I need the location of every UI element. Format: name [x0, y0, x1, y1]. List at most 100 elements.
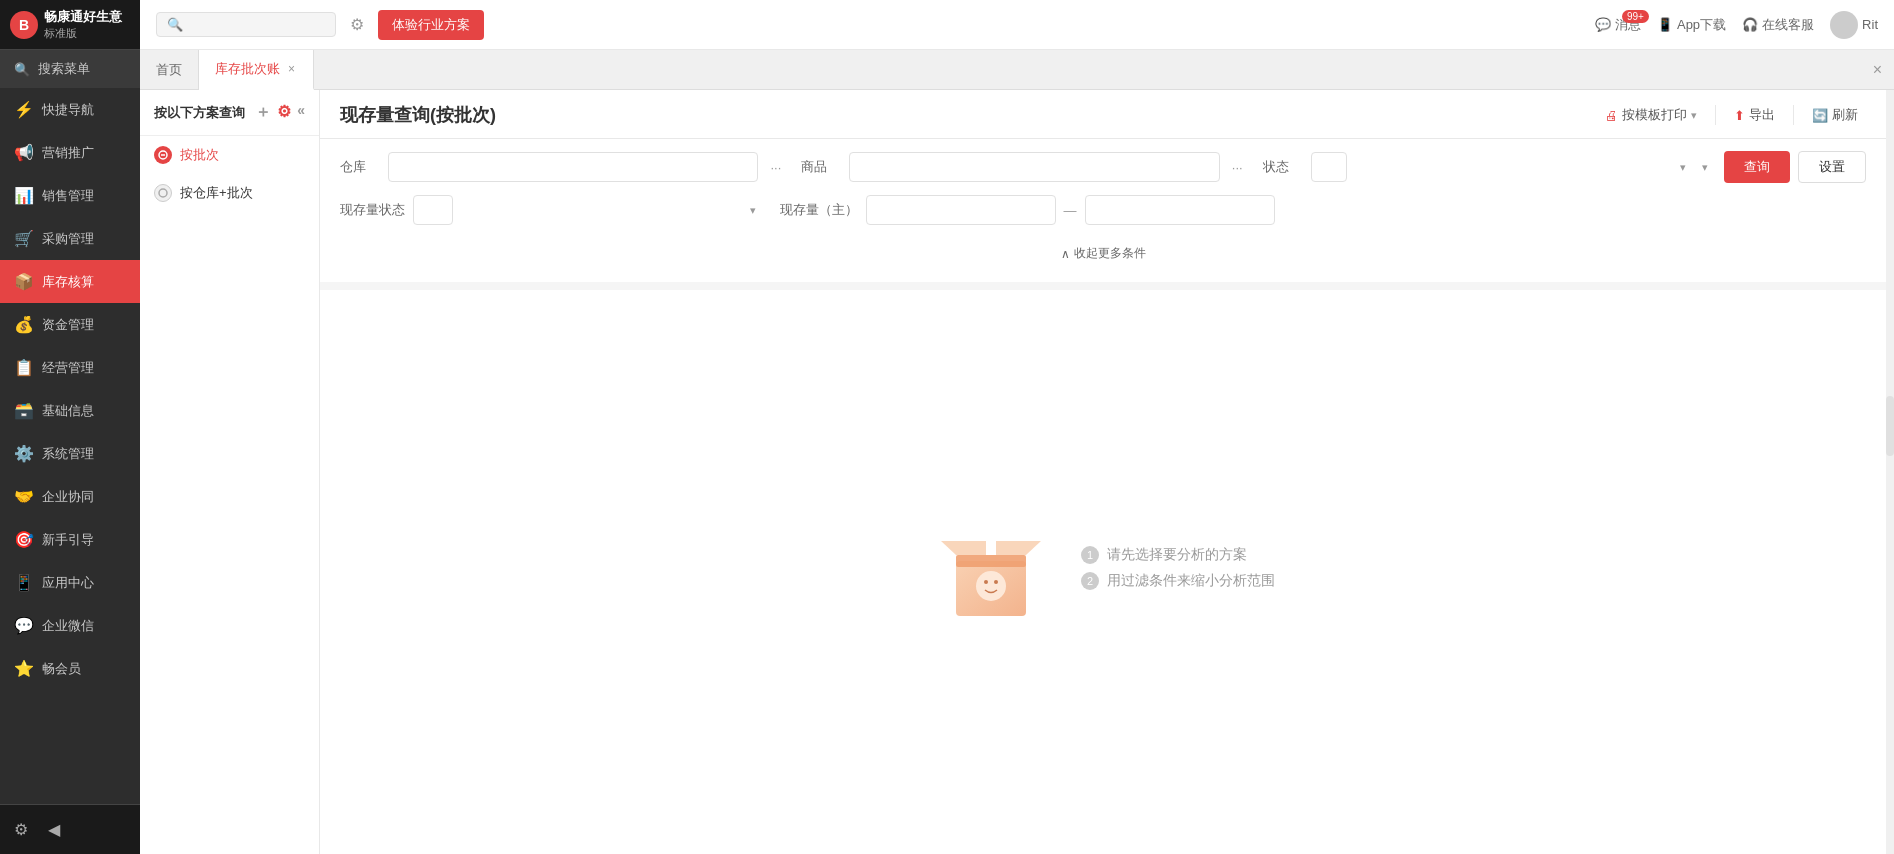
sidebar-search-label: 搜索菜单 — [38, 60, 90, 78]
sidebar-item-basic[interactable]: 🗃️ 基础信息 — [0, 389, 140, 432]
svg-point-6 — [984, 580, 988, 584]
stock-qty-max-input[interactable] — [1085, 195, 1275, 225]
add-plan-icon[interactable]: ＋ — [255, 102, 271, 123]
warehouse-label: 仓库 — [340, 158, 380, 176]
quick-nav-icon: ⚡ — [14, 100, 34, 119]
topbar-search-input[interactable] — [189, 18, 299, 32]
plan-item-batch[interactable]: 按批次 — [140, 136, 319, 174]
print-btn[interactable]: 🖨 按模板打印 ▾ — [1597, 102, 1705, 128]
message-icon: 💬 — [1595, 17, 1611, 32]
collapse-label: 收起更多条件 — [1074, 245, 1146, 262]
online-service-btn[interactable]: 🎧 在线客服 — [1742, 16, 1814, 34]
tab-home[interactable]: 首页 — [140, 50, 199, 89]
refresh-icon: 🔄 — [1812, 108, 1828, 123]
print-icon: 🖨 — [1605, 108, 1618, 123]
status-dropdown-icon[interactable]: ▾ — [1702, 161, 1708, 174]
topbar-search-box[interactable]: 🔍 — [156, 12, 336, 37]
message-btn[interactable]: 💬 消息 99+ — [1595, 16, 1641, 34]
sidebar-item-marketing[interactable]: 📢 营销推广 — [0, 131, 140, 174]
home-tab-label: 首页 — [156, 61, 182, 79]
empty-illustration — [931, 511, 1051, 634]
plan-item-warehouse-batch[interactable]: 按仓库+批次 — [140, 174, 319, 212]
sidebar-item-member[interactable]: ⭐ 畅会员 — [0, 647, 140, 690]
content-area: 按以下方案查询 ＋ ⚙ « 按批次 按仓库+批次 — [140, 90, 1894, 854]
sidebar-item-label: 系统管理 — [42, 445, 94, 463]
finance-icon: 💰 — [14, 315, 34, 334]
sidebar-item-sales[interactable]: 📊 销售管理 — [0, 174, 140, 217]
sidebar-item-finance[interactable]: 💰 资金管理 — [0, 303, 140, 346]
tab-close-btn[interactable]: × — [286, 62, 297, 76]
sidebar-item-search[interactable]: 🔍 搜索菜单 — [0, 50, 140, 88]
topbar-search-icon: 🔍 — [167, 17, 183, 32]
status-select[interactable] — [1311, 152, 1347, 182]
panel-close-btn[interactable]: × — [1861, 50, 1894, 89]
plan-settings-icon[interactable]: ⚙ — [277, 102, 291, 123]
left-panel-header: 按以下方案查询 ＋ ⚙ « — [140, 90, 319, 136]
collapse-sidebar-icon[interactable]: ◀ — [48, 820, 60, 839]
app-download-label: App下载 — [1677, 16, 1726, 34]
topbar-gear-icon[interactable]: ⚙ — [346, 11, 368, 38]
product-input[interactable] — [849, 152, 1219, 182]
right-scrollbar — [1886, 90, 1894, 854]
action-buttons: 查询 设置 — [1724, 151, 1866, 183]
right-panel: 现存量查询(按批次) 🖨 按模板打印 ▾ ⬆ 导出 — [320, 90, 1886, 854]
status-select-wrap — [1311, 152, 1694, 182]
sidebar-item-label: 营销推广 — [42, 144, 94, 162]
sidebar-item-newbie[interactable]: 🎯 新手引导 — [0, 518, 140, 561]
topbar-right: 💬 消息 99+ 📱 App下载 🎧 在线客服 Rit — [1595, 11, 1878, 39]
step2-num: 2 — [1081, 572, 1099, 590]
sidebar-item-enterprise[interactable]: 🤝 企业协同 — [0, 475, 140, 518]
sidebar-item-inventory[interactable]: 📦 库存核算 — [0, 260, 140, 303]
collapse-more-btn[interactable]: ∧ 收起更多条件 — [340, 237, 1866, 270]
svg-point-7 — [994, 580, 998, 584]
experience-btn[interactable]: 体验行业方案 — [378, 10, 484, 40]
query-btn[interactable]: 查询 — [1724, 151, 1790, 183]
stock-qty-min-input[interactable] — [866, 195, 1056, 225]
tab-inventory-batch[interactable]: 库存批次账 × — [199, 50, 314, 90]
divider-1 — [1715, 105, 1716, 125]
filter-bar: 仓库 ··· 商品 ··· 状态 — [320, 139, 1886, 282]
stock-status-select[interactable] — [413, 195, 453, 225]
sidebar-item-wechat[interactable]: 💬 企业微信 — [0, 604, 140, 647]
plan-dot-inactive — [154, 184, 172, 202]
marketing-icon: 📢 — [14, 143, 34, 162]
page-title: 现存量查询(按批次) — [340, 103, 1597, 127]
sidebar-item-label: 快捷导航 — [42, 101, 94, 119]
wechat-icon: 💬 — [14, 616, 34, 635]
inventory-icon: 📦 — [14, 272, 34, 291]
stock-qty-filter: 现存量（主） — — [780, 195, 1275, 225]
plan-dot-active — [154, 146, 172, 164]
right-scrollbar-thumb — [1886, 396, 1894, 456]
product-more-btn[interactable]: ··· — [1228, 156, 1247, 179]
print-label: 按模板打印 — [1622, 106, 1687, 124]
sidebar-item-label: 采购管理 — [42, 230, 94, 248]
sidebar-item-purchase[interactable]: 🛒 采购管理 — [0, 217, 140, 260]
system-icon: ⚙️ — [14, 444, 34, 463]
app-download-btn[interactable]: 📱 App下载 — [1657, 16, 1726, 34]
left-panel-title: 按以下方案查询 — [154, 104, 245, 122]
divider-2 — [1793, 105, 1794, 125]
warehouse-more-btn[interactable]: ··· — [766, 156, 785, 179]
print-dropdown-icon[interactable]: ▾ — [1691, 109, 1697, 122]
collapse-panel-icon[interactable]: « — [297, 102, 305, 123]
sidebar-item-label: 应用中心 — [42, 574, 94, 592]
step1-text: 请先选择要分析的方案 — [1107, 546, 1247, 564]
member-icon: ⭐ — [14, 659, 34, 678]
search-icon: 🔍 — [14, 62, 30, 77]
plan-label-warehouse-batch: 按仓库+批次 — [180, 184, 253, 202]
plan-label-batch: 按批次 — [180, 146, 219, 164]
sidebar-item-operation[interactable]: 📋 经营管理 — [0, 346, 140, 389]
export-btn[interactable]: ⬆ 导出 — [1726, 102, 1783, 128]
user-menu[interactable]: Rit — [1830, 11, 1878, 39]
user-name: Rit — [1862, 17, 1878, 32]
sidebar-item-system[interactable]: ⚙️ 系统管理 — [0, 432, 140, 475]
sidebar-item-quick-nav[interactable]: ⚡ 快捷导航 — [0, 88, 140, 131]
warehouse-input[interactable] — [388, 152, 758, 182]
enterprise-icon: 🤝 — [14, 487, 34, 506]
warehouse-filter: 仓库 ··· — [340, 152, 785, 182]
refresh-btn[interactable]: 🔄 刷新 — [1804, 102, 1866, 128]
sidebar: B 畅康通好生意 标准版 🔍 搜索菜单 ⚡ 快捷导航 📢 营销推广 📊 销售管理… — [0, 0, 140, 854]
settings-bottom-icon[interactable]: ⚙ — [14, 820, 28, 839]
settings-btn[interactable]: 设置 — [1798, 151, 1866, 183]
sidebar-item-app-center[interactable]: 📱 应用中心 — [0, 561, 140, 604]
